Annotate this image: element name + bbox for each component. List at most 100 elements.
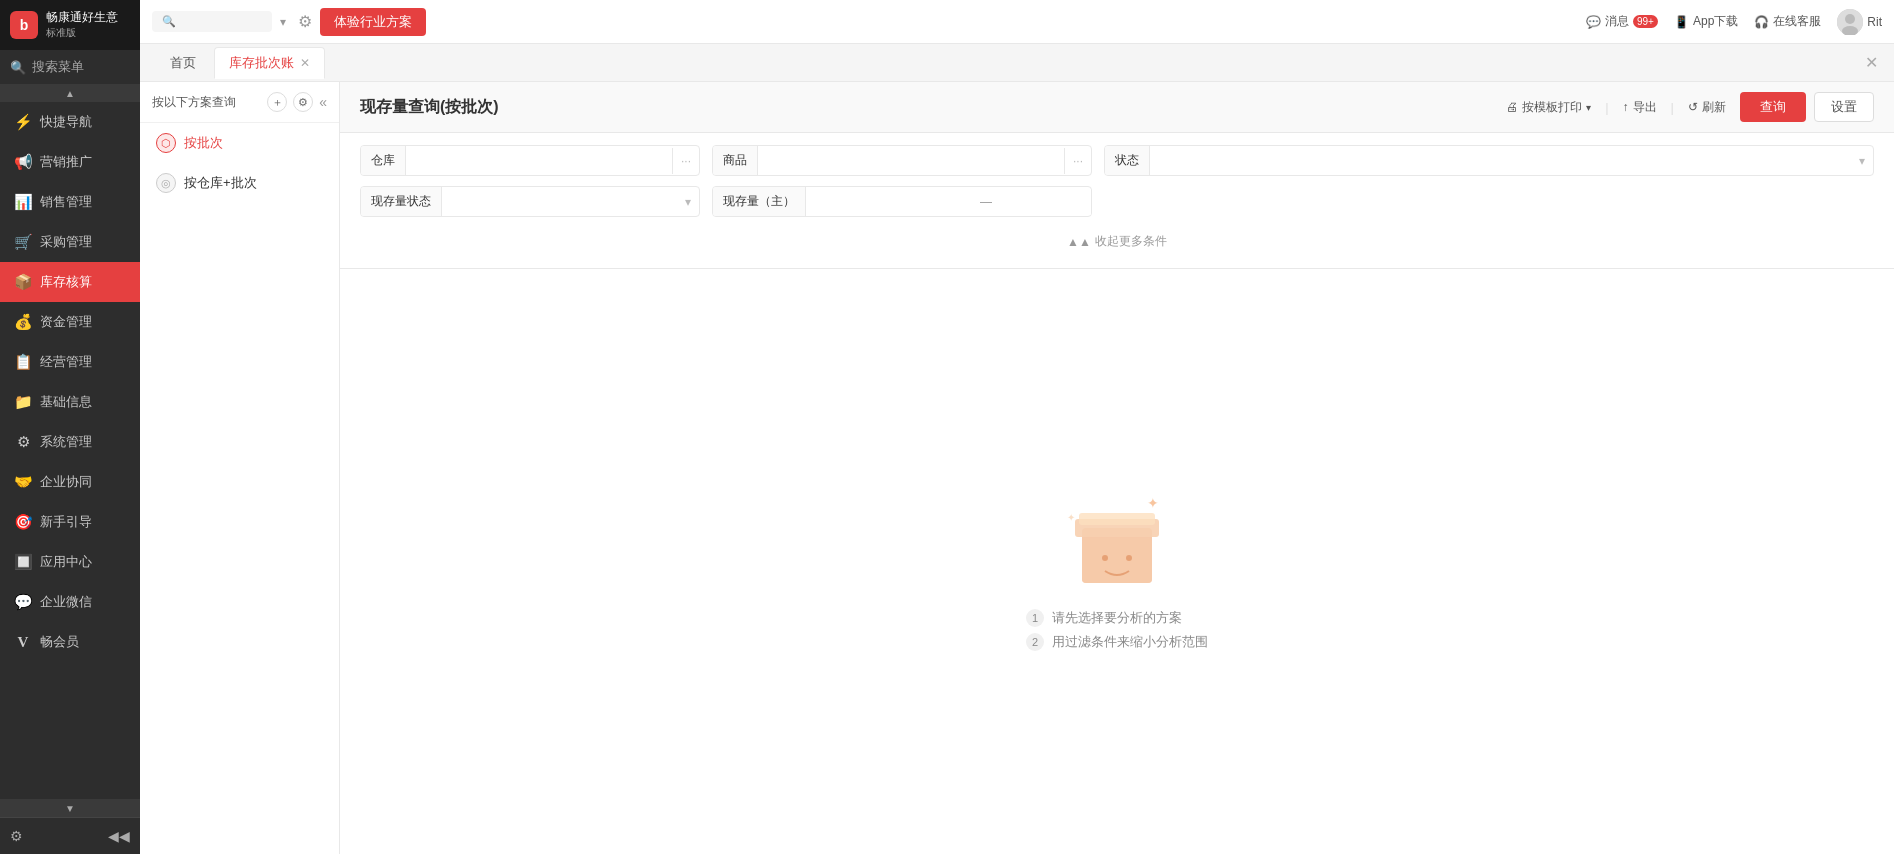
collapse-more-btn[interactable]: ▲▲ 收起更多条件	[360, 227, 1874, 256]
close-panel-btn[interactable]: ✕	[1865, 53, 1878, 72]
page-title: 现存量查询(按批次)	[360, 97, 499, 118]
scheme-icon-warehouse-batch: ◎	[156, 173, 176, 193]
username-label: Rit	[1867, 15, 1882, 29]
status-filter: 状态 ▾	[1104, 145, 1874, 176]
collapse-filter-btn[interactable]: «	[319, 94, 327, 110]
inventory-status-input[interactable]	[442, 189, 677, 215]
sidebar-item-label: 库存核算	[40, 273, 92, 291]
sidebar-item-collab[interactable]: 🤝 企业协同	[0, 462, 140, 502]
inventory-status-filter: 现存量状态 ▾	[360, 186, 700, 217]
right-area: 现存量查询(按批次) 🖨 按模板打印 ▾ | ↑ 导出 | ↺	[340, 82, 1894, 854]
svg-text:✦: ✦	[1147, 495, 1159, 511]
svg-point-1	[1845, 14, 1855, 24]
inventory-qty-filter: 现存量（主） —	[712, 186, 1092, 217]
sidebar-item-marketing[interactable]: 📢 营销推广	[0, 142, 140, 182]
manage-scheme-btn[interactable]: ⚙	[293, 92, 313, 112]
exp-industry-btn[interactable]: 体验行业方案	[320, 8, 426, 36]
empty-tips: 1 请先选择要分析的方案 2 用过滤条件来缩小分析范围	[1026, 609, 1208, 651]
online-service-label: 在线客服	[1773, 13, 1821, 30]
empty-illustration: ✦ ✦	[1057, 473, 1177, 593]
refresh-btn-label: 刷新	[1702, 99, 1726, 116]
online-service-btn[interactable]: 🎧 在线客服	[1754, 13, 1821, 30]
sidebar-nav: ⚡ 快捷导航 📢 营销推广 📊 销售管理 🛒 采购管理 📦 库存核算 💰 资金管…	[0, 102, 140, 799]
app-edition: 标准版	[46, 26, 118, 40]
tab-home[interactable]: 首页	[156, 48, 210, 78]
sidebar-item-basics[interactable]: 📁 基础信息	[0, 382, 140, 422]
empty-tip-2: 2 用过滤条件来缩小分析范围	[1026, 633, 1208, 651]
purchase-icon: 🛒	[14, 233, 32, 251]
sidebar-item-inventory[interactable]: 📦 库存核算	[0, 262, 140, 302]
topbar-dropdown-btn[interactable]: ▾	[280, 15, 286, 29]
chevron-up-icon: ▲▲	[1067, 235, 1091, 249]
export-icon: ↑	[1623, 100, 1629, 114]
sidebar-footer: ⚙ ◀◀	[0, 817, 140, 854]
sidebar-item-label: 新手引导	[40, 513, 92, 531]
messages-label: 消息	[1605, 13, 1629, 30]
refresh-btn[interactable]: ↺ 刷新	[1682, 95, 1732, 120]
svg-text:✦: ✦	[1067, 512, 1075, 523]
sidebar-item-purchase[interactable]: 🛒 采购管理	[0, 222, 140, 262]
qty-dash: —	[972, 189, 1000, 215]
inventory-status-label: 现存量状态	[361, 187, 442, 216]
add-scheme-btn[interactable]: ＋	[267, 92, 287, 112]
filter-item-by-batch[interactable]: ⬡ 按批次	[140, 123, 339, 163]
empty-tip-1-text: 请先选择要分析的方案	[1052, 609, 1182, 627]
sidebar-scroll-down[interactable]: ▼	[0, 799, 140, 817]
marketing-icon: 📢	[14, 153, 32, 171]
page-header: 现存量查询(按批次) 🖨 按模板打印 ▾ | ↑ 导出 | ↺	[340, 82, 1894, 133]
warehouse-more-btn[interactable]: ···	[672, 148, 699, 174]
tab-inventory-batch[interactable]: 库存批次账 ✕	[214, 47, 325, 79]
product-input[interactable]	[758, 148, 1064, 174]
user-area[interactable]: Rit	[1837, 9, 1882, 35]
print-btn[interactable]: 🖨 按模板打印 ▾	[1500, 95, 1597, 120]
status-input[interactable]	[1150, 148, 1851, 174]
sidebar-item-sales[interactable]: 📊 销售管理	[0, 182, 140, 222]
sidebar-item-finance[interactable]: 💰 资金管理	[0, 302, 140, 342]
finance-icon: 💰	[14, 313, 32, 331]
filter-item-by-warehouse-batch[interactable]: ◎ 按仓库+批次	[140, 163, 339, 203]
warehouse-input[interactable]	[406, 148, 672, 174]
sidebar-item-newbie[interactable]: 🎯 新手引导	[0, 502, 140, 542]
empty-box-svg: ✦ ✦	[1057, 483, 1177, 593]
refresh-icon: ↺	[1688, 100, 1698, 114]
status-dropdown-icon[interactable]: ▾	[1851, 148, 1873, 174]
sidebar-item-system[interactable]: ⚙ 系统管理	[0, 422, 140, 462]
phone-icon: 📱	[1674, 15, 1689, 29]
filter-panel-header-left: 按以下方案查询	[152, 94, 236, 111]
sidebar-item-app-center[interactable]: 🔲 应用中心	[0, 542, 140, 582]
print-dropdown-icon: ▾	[1586, 102, 1591, 113]
inventory-qty-max-input[interactable]	[1000, 189, 1092, 215]
messages-btn[interactable]: 💬 消息 99+	[1586, 13, 1658, 30]
warehouse-label: 仓库	[361, 146, 406, 175]
inventory-qty-min-input[interactable]	[806, 189, 972, 215]
filter-row-1: 仓库 ··· 商品 ··· 状态 ▾	[360, 145, 1874, 176]
print-icon: 🖨	[1506, 100, 1518, 114]
avatar	[1837, 9, 1863, 35]
scheme-icon-batch: ⬡	[156, 133, 176, 153]
collapse-sidebar-btn[interactable]: ◀◀	[108, 828, 130, 844]
sidebar-item-label: 企业协同	[40, 473, 92, 491]
topbar-gear-btn[interactable]: ⚙	[298, 12, 312, 31]
filter-item-label: 按批次	[184, 134, 223, 152]
app-download-btn[interactable]: 📱 App下载	[1674, 13, 1738, 30]
empty-tip-2-text: 用过滤条件来缩小分析范围	[1052, 633, 1208, 651]
sidebar-item-label: 营销推广	[40, 153, 92, 171]
query-btn[interactable]: 查询	[1740, 92, 1806, 122]
basics-icon: 📁	[14, 393, 32, 411]
settings-footer-btn[interactable]: ⚙	[10, 828, 23, 844]
sidebar-search[interactable]: 🔍 搜索菜单	[0, 50, 140, 84]
sidebar-item-operations[interactable]: 📋 经营管理	[0, 342, 140, 382]
settings-btn[interactable]: 设置	[1814, 92, 1874, 122]
tab-close-btn[interactable]: ✕	[300, 57, 310, 69]
export-btn[interactable]: ↑ 导出	[1617, 95, 1663, 120]
product-more-btn[interactable]: ···	[1064, 148, 1091, 174]
sidebar-item-label: 基础信息	[40, 393, 92, 411]
sidebar-item-wechat[interactable]: 💬 企业微信	[0, 582, 140, 622]
sidebar-item-quick-nav[interactable]: ⚡ 快捷导航	[0, 102, 140, 142]
sidebar-item-label: 经营管理	[40, 353, 92, 371]
filter-row-2: 现存量状态 ▾ 现存量（主） —	[360, 186, 1874, 217]
empty-state: ✦ ✦ 1 请先选择要分析的方案 2 用过滤条件来缩小分析范围	[340, 269, 1894, 854]
sidebar-scroll-up[interactable]: ▲	[0, 84, 140, 102]
sidebar-item-members[interactable]: V 畅会员	[0, 622, 140, 662]
inventory-status-dropdown-icon[interactable]: ▾	[677, 189, 699, 215]
